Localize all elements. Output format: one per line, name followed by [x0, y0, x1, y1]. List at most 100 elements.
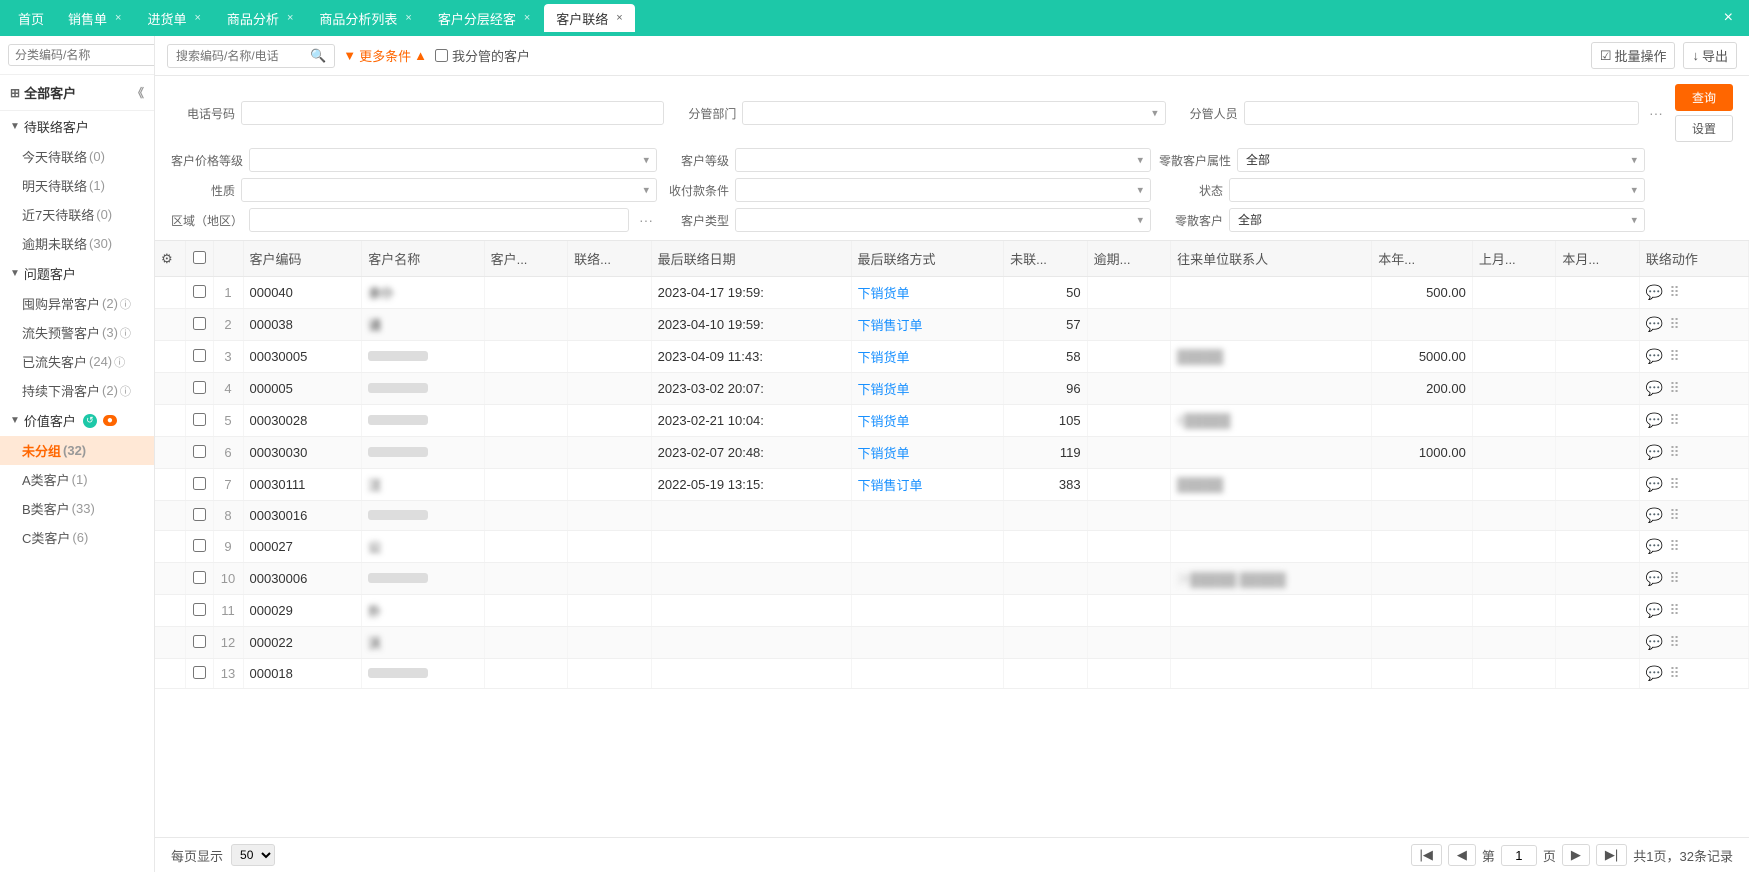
- refresh-icon[interactable]: ↺: [83, 414, 97, 428]
- contact-action-icon[interactable]: 💬: [1646, 602, 1663, 619]
- last-contact-way-cell[interactable]: [851, 531, 1004, 563]
- last-page-button[interactable]: ▶|: [1596, 844, 1627, 866]
- contact-way-link[interactable]: 下销货单: [858, 382, 910, 397]
- last-contact-way-cell[interactable]: [851, 595, 1004, 627]
- more-action-icon[interactable]: ⠿: [1669, 284, 1679, 301]
- close-product-analysis-list-tab[interactable]: ×: [405, 12, 411, 24]
- sidebar-group-pending-header[interactable]: ▼ 待联络客户: [0, 111, 154, 142]
- contact-action-icon[interactable]: 💬: [1646, 634, 1663, 651]
- row-checkbox[interactable]: [193, 666, 206, 679]
- contact-action-icon[interactable]: 💬: [1646, 348, 1663, 365]
- nature-select[interactable]: [241, 178, 657, 202]
- select-all-checkbox[interactable]: [193, 251, 206, 264]
- sidebar-item-class-c[interactable]: C类客户 (6): [0, 523, 154, 552]
- row-checkbox[interactable]: [193, 413, 206, 426]
- phone-input[interactable]: [241, 101, 664, 125]
- payment-select[interactable]: [735, 178, 1151, 202]
- unit-contact-col-header[interactable]: 往来单位联系人: [1171, 241, 1372, 277]
- nav-tab-customer-segment[interactable]: 客户分层经客 ×: [426, 4, 542, 32]
- filter-search-input[interactable]: [176, 49, 306, 63]
- more-action-icon[interactable]: ⠿: [1669, 665, 1679, 682]
- row-checkbox[interactable]: [193, 508, 206, 521]
- window-close-button[interactable]: ×: [1716, 9, 1741, 27]
- sidebar-group-problem-header[interactable]: ▼ 问题客户: [0, 258, 154, 289]
- last-contact-way-cell[interactable]: [851, 501, 1004, 531]
- row-checkbox[interactable]: [193, 349, 206, 362]
- sidebar-item-class-a[interactable]: A类客户 (1): [0, 465, 154, 494]
- contact-way-link[interactable]: 下销货单: [858, 286, 910, 301]
- more-action-icon[interactable]: ⠿: [1669, 476, 1679, 493]
- checkbox-cell[interactable]: [185, 437, 213, 469]
- overdue-col-header[interactable]: 逾期...: [1087, 241, 1171, 277]
- contact-action-icon[interactable]: 💬: [1646, 570, 1663, 587]
- checkbox-cell[interactable]: [185, 277, 213, 309]
- more-action-icon[interactable]: ⠿: [1669, 412, 1679, 429]
- no-contact-days-col-header[interactable]: 未联...: [1004, 241, 1088, 277]
- more-action-icon[interactable]: ⠿: [1669, 570, 1679, 587]
- retail-customer-select[interactable]: 全部: [1229, 208, 1645, 232]
- next-page-button[interactable]: ▶: [1562, 844, 1590, 866]
- last-contact-way-cell[interactable]: [851, 659, 1004, 689]
- batch-ops-button[interactable]: ☑ 批量操作: [1591, 42, 1676, 69]
- query-button[interactable]: 查询: [1675, 84, 1733, 111]
- contact-col-header[interactable]: 联络...: [568, 241, 652, 277]
- sidebar-collapse-icon[interactable]: 《: [132, 84, 144, 101]
- contact-action-icon[interactable]: 💬: [1646, 538, 1663, 555]
- nav-tab-customer-contact[interactable]: 客户联络 ×: [544, 4, 634, 32]
- close-product-analysis-tab[interactable]: ×: [287, 12, 293, 24]
- checkbox-col-header[interactable]: [185, 241, 213, 277]
- page-number-input[interactable]: [1501, 845, 1537, 866]
- more-action-icon[interactable]: ⠿: [1669, 316, 1679, 333]
- checkbox-cell[interactable]: [185, 595, 213, 627]
- sidebar-item-hoarding[interactable]: 囤购异常客户 (2) ⓘ: [0, 289, 154, 318]
- contact-action-icon[interactable]: 💬: [1646, 412, 1663, 429]
- my-customers-check[interactable]: [435, 49, 448, 62]
- close-customer-contact-tab[interactable]: ×: [616, 12, 622, 24]
- customer-level-select[interactable]: [735, 148, 1151, 172]
- row-checkbox[interactable]: [193, 285, 206, 298]
- checkbox-cell[interactable]: [185, 501, 213, 531]
- contact-way-link[interactable]: 下销售订单: [858, 318, 923, 333]
- checkbox-cell[interactable]: [185, 531, 213, 563]
- more-action-icon[interactable]: ⠿: [1669, 507, 1679, 524]
- contact-action-icon[interactable]: 💬: [1646, 316, 1663, 333]
- status-select[interactable]: [1229, 178, 1645, 202]
- contact-action-icon[interactable]: 💬: [1646, 665, 1663, 682]
- retail-attr-select[interactable]: 全部: [1237, 148, 1645, 172]
- sidebar-item-class-b[interactable]: B类客户 (33): [0, 494, 154, 523]
- person-more-icon[interactable]: ···: [1645, 105, 1667, 121]
- sidebar-item-churn-warning[interactable]: 流失预警客户 (3) ⓘ: [0, 318, 154, 347]
- last-contact-date-col-header[interactable]: 最后联络日期: [651, 241, 851, 277]
- more-action-icon[interactable]: ⠿: [1669, 380, 1679, 397]
- dept-select[interactable]: [742, 101, 1165, 125]
- checkbox-cell[interactable]: [185, 627, 213, 659]
- settings-col-header[interactable]: ⚙: [155, 241, 185, 277]
- checkbox-cell[interactable]: [185, 373, 213, 405]
- nav-tab-product-analysis-list[interactable]: 商品分析列表 ×: [307, 4, 423, 32]
- contact-way-link[interactable]: 下销货单: [858, 414, 910, 429]
- sidebar-search-input[interactable]: [8, 44, 155, 66]
- sidebar-all-customers[interactable]: ⊞ 全部客户 《: [0, 75, 154, 111]
- last-contact-way-cell[interactable]: 下销售订单: [851, 469, 1004, 501]
- settings-icon[interactable]: ⚙: [161, 251, 173, 266]
- reset-button[interactable]: 设置: [1675, 115, 1733, 142]
- sidebar-item-unclassified[interactable]: 未分组 (32): [0, 436, 154, 465]
- row-checkbox[interactable]: [193, 539, 206, 552]
- last-contact-way-col-header[interactable]: 最后联络方式: [851, 241, 1004, 277]
- area-input[interactable]: [249, 208, 629, 232]
- row-checkbox[interactable]: [193, 635, 206, 648]
- checkbox-cell[interactable]: [185, 341, 213, 373]
- last-contact-way-cell[interactable]: 下销货单: [851, 373, 1004, 405]
- more-action-icon[interactable]: ⠿: [1669, 634, 1679, 651]
- sidebar-group-value-header[interactable]: ▼ 价值客户 ↺ ●: [0, 405, 154, 436]
- row-checkbox[interactable]: [193, 445, 206, 458]
- last-contact-way-cell[interactable]: 下销货单: [851, 405, 1004, 437]
- area-more-icon[interactable]: ···: [635, 212, 657, 228]
- sidebar-item-tomorrow-pending[interactable]: 明天待联络 (1): [0, 171, 154, 200]
- code-col-header[interactable]: 客户编码: [243, 241, 362, 277]
- nav-tab-product-analysis[interactable]: 商品分析 ×: [215, 4, 305, 32]
- current-month-col-header[interactable]: 本月...: [1556, 241, 1640, 277]
- person-input[interactable]: [1244, 101, 1639, 125]
- first-page-button[interactable]: |◀: [1411, 844, 1442, 866]
- last-contact-way-cell[interactable]: 下销货单: [851, 341, 1004, 373]
